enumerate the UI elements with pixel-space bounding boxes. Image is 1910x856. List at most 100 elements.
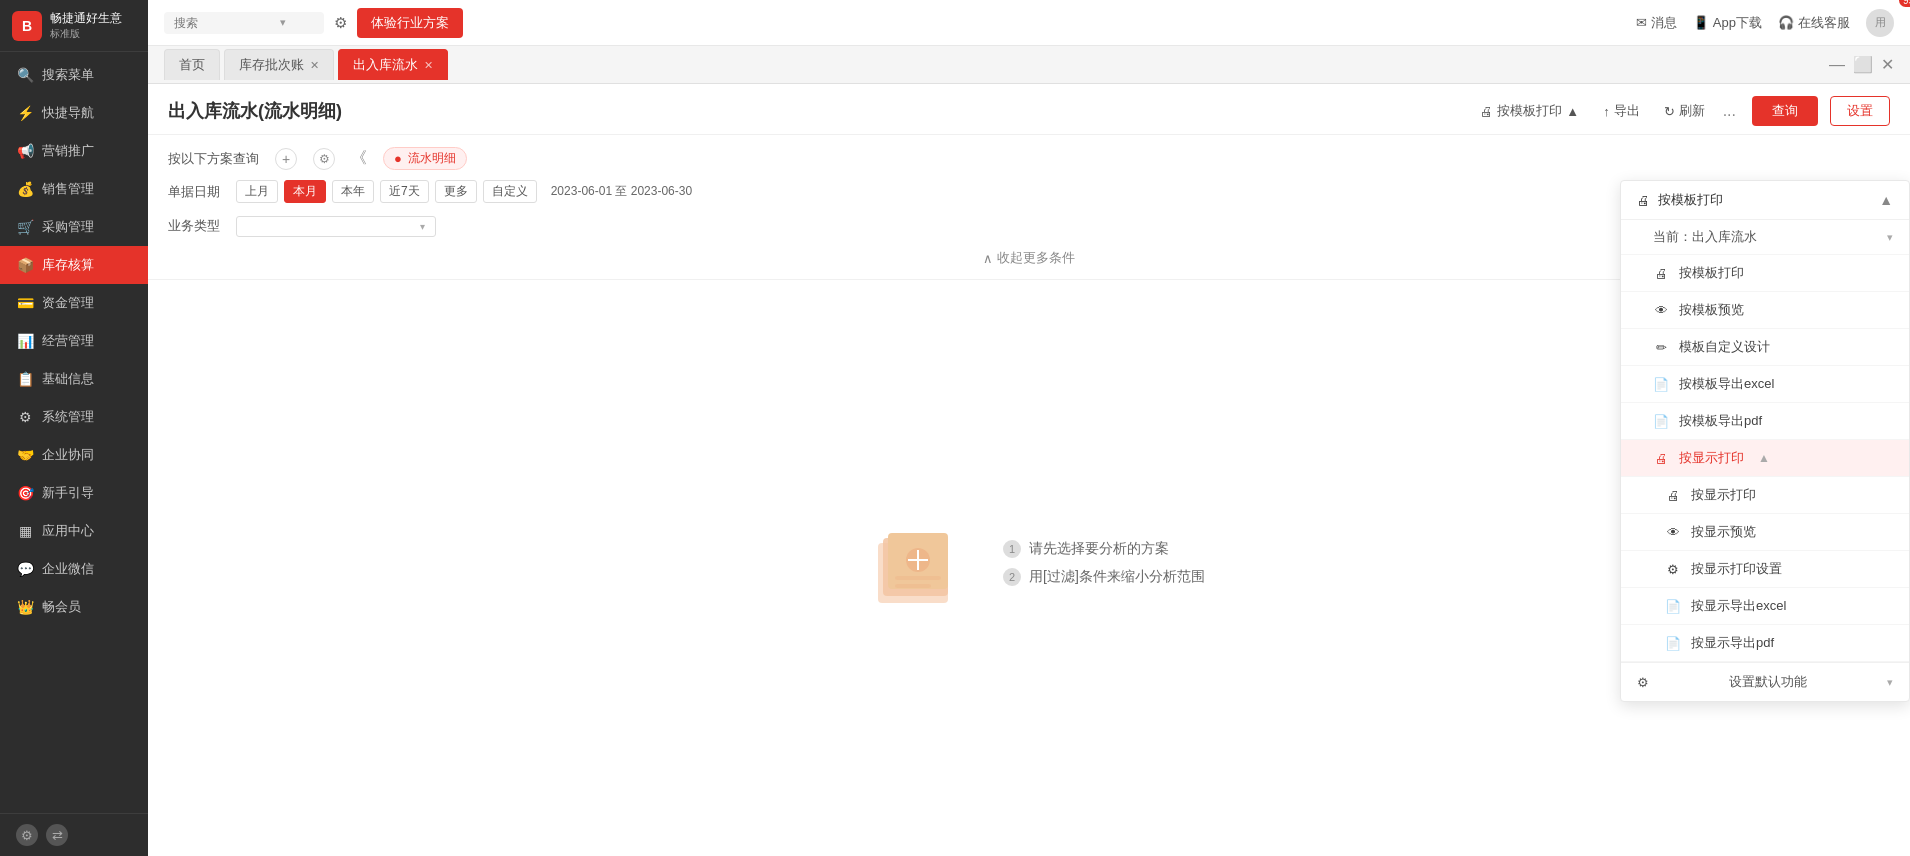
dp-footer[interactable]: ⚙ 设置默认功能 ▾ bbox=[1621, 662, 1909, 701]
page-actions: 🖨 按模板打印 ▲ ↑ 导出 ↻ 刷新 ... 查询 设置 bbox=[1474, 96, 1890, 126]
refresh-btn[interactable]: ↻ 刷新 bbox=[1658, 98, 1711, 124]
dp-item-label: 模板自定义设计 bbox=[1679, 338, 1770, 356]
sidebar-item-corp[interactable]: 🤝 企业协同 bbox=[0, 436, 148, 474]
header-search-box[interactable]: ▾ bbox=[164, 12, 324, 34]
date-btn-this-month[interactable]: 本月 bbox=[284, 180, 326, 203]
collapse-more-label: 收起更多条件 bbox=[997, 249, 1075, 267]
user-avatar[interactable]: 用 bbox=[1866, 9, 1894, 37]
dp-pdf-icon-1: 📄 bbox=[1653, 413, 1669, 429]
tab-flow-close[interactable]: ✕ bbox=[424, 59, 433, 72]
sidebar-item-inventory[interactable]: 📦 库存核算 bbox=[0, 246, 148, 284]
header-gear-icon[interactable]: ⚙ bbox=[334, 14, 347, 32]
search-icon: 🔍 bbox=[16, 66, 34, 84]
sidebar-item-system[interactable]: ⚙ 系统管理 bbox=[0, 398, 148, 436]
dp-item-display-pdf[interactable]: 📄 按显示导出pdf bbox=[1621, 625, 1909, 662]
sidebar-item-marketing[interactable]: 📢 营销推广 bbox=[0, 132, 148, 170]
tab-close-btn[interactable]: ✕ bbox=[1881, 55, 1894, 74]
search-dropdown-icon[interactable]: ▾ bbox=[280, 16, 286, 29]
print-template-btn[interactable]: 🖨 按模板打印 ▲ bbox=[1474, 98, 1585, 124]
dp-item-label: 按显示导出pdf bbox=[1691, 634, 1774, 652]
sidebar-item-search[interactable]: 🔍 搜索菜单 bbox=[0, 56, 148, 94]
dp-expand-icon[interactable]: ▲ bbox=[1754, 451, 1774, 465]
sidebar-item-quicknav[interactable]: ⚡ 快捷导航 bbox=[0, 94, 148, 132]
sidebar: B 畅捷通好生意 标准版 🔍 搜索菜单 ⚡ 快捷导航 📢 营销推广 💰 销售管理… bbox=[0, 0, 148, 856]
dp-item-template-custom[interactable]: ✏ 模板自定义设计 bbox=[1621, 329, 1909, 366]
message-label: 消息 bbox=[1651, 14, 1677, 32]
industry-btn[interactable]: 体验行业方案 bbox=[357, 8, 463, 38]
sidebar-item-purchase[interactable]: 🛒 采购管理 bbox=[0, 208, 148, 246]
business-type-label: 业务类型 bbox=[168, 217, 220, 235]
tab-batch[interactable]: 库存批次账 ✕ bbox=[224, 49, 334, 80]
message-icon: ✉ bbox=[1636, 15, 1647, 30]
export-btn[interactable]: ↑ 导出 bbox=[1597, 98, 1646, 124]
tab-home[interactable]: 首页 bbox=[164, 49, 220, 80]
dp-item-display-print-settings[interactable]: ⚙ 按显示打印设置 bbox=[1621, 551, 1909, 588]
dp-item-template-preview[interactable]: 👁 按模板预览 bbox=[1621, 292, 1909, 329]
business-type-select[interactable]: ▾ bbox=[236, 216, 436, 237]
sidebar-item-wechat[interactable]: 💬 企业微信 bbox=[0, 550, 148, 588]
tab-batch-close[interactable]: ✕ bbox=[310, 59, 319, 72]
sidebar-item-sales[interactable]: 💰 销售管理 bbox=[0, 170, 148, 208]
date-btn-more[interactable]: 更多 bbox=[435, 180, 477, 203]
sidebar-item-finance[interactable]: 💳 资金管理 bbox=[0, 284, 148, 322]
wechat-icon: 💬 bbox=[16, 560, 34, 578]
tab-maximize-btn[interactable]: ⬜ bbox=[1853, 55, 1873, 74]
query-btn[interactable]: 查询 bbox=[1752, 96, 1818, 126]
date-btn-this-year[interactable]: 本年 bbox=[332, 180, 374, 203]
dp-item-template-excel[interactable]: 📄 按模板导出excel bbox=[1621, 366, 1909, 403]
filter-add-btn[interactable]: + bbox=[275, 148, 297, 170]
sidebar-logo: B 畅捷通好生意 标准版 bbox=[0, 0, 148, 52]
app-download-btn[interactable]: 📱 App下载 bbox=[1693, 14, 1762, 32]
tab-flow[interactable]: 出入库流水 ✕ bbox=[338, 49, 448, 80]
dp-current-arrow: ▾ bbox=[1887, 231, 1893, 244]
date-btn-custom[interactable]: 自定义 bbox=[483, 180, 537, 203]
dp-item-display-print-section[interactable]: 🖨 按显示打印 ▲ bbox=[1621, 440, 1909, 477]
dp-title: 按模板打印 bbox=[1658, 191, 1723, 209]
purchase-icon: 🛒 bbox=[16, 218, 34, 236]
sidebar-item-label: 营销推广 bbox=[42, 142, 94, 160]
sidebar-item-label: 企业协同 bbox=[42, 446, 94, 464]
sidebar-item-label: 资金管理 bbox=[42, 294, 94, 312]
sidebar-item-guide[interactable]: 🎯 新手引导 bbox=[0, 474, 148, 512]
dp-excel-icon-1: 📄 bbox=[1653, 376, 1669, 392]
dp-item-display-print[interactable]: 🖨 按显示打印 bbox=[1621, 477, 1909, 514]
sidebar-item-ops[interactable]: 📊 经营管理 bbox=[0, 322, 148, 360]
sidebar-item-base[interactable]: 📋 基础信息 bbox=[0, 360, 148, 398]
dp-printer-icon-2: 🖨 bbox=[1653, 450, 1669, 466]
refresh-icon: ↻ bbox=[1664, 104, 1675, 119]
global-settings-icon[interactable]: ⚙ bbox=[16, 824, 38, 846]
sidebar-item-label: 新手引导 bbox=[42, 484, 94, 502]
header-right: ✉ 消息 99+ 📱 App下载 🎧 在线客服 用 bbox=[1636, 9, 1894, 37]
filter-collapse-btn[interactable]: 《 bbox=[351, 148, 367, 169]
empty-step-1: 1 请先选择要分析的方案 bbox=[1003, 540, 1205, 558]
date-btn-7days[interactable]: 近7天 bbox=[380, 180, 429, 203]
settings-btn[interactable]: 设置 bbox=[1830, 96, 1890, 126]
dp-item-label: 按显示打印 bbox=[1679, 449, 1744, 467]
header-search-input[interactable] bbox=[174, 16, 274, 30]
tab-minimize-btn[interactable]: — bbox=[1829, 55, 1845, 74]
collapse-more-btn[interactable]: ∧ 收起更多条件 bbox=[983, 249, 1075, 267]
sidebar-item-apps[interactable]: ▦ 应用中心 bbox=[0, 512, 148, 550]
svg-rect-7 bbox=[895, 584, 931, 588]
dp-item-template-pdf[interactable]: 📄 按模板导出pdf bbox=[1621, 403, 1909, 440]
company-name: 畅捷通好生意 bbox=[50, 10, 122, 27]
online-service-label: 在线客服 bbox=[1798, 14, 1850, 32]
page-title-bar: 出入库流水(流水明细) 🖨 按模板打印 ▲ ↑ 导出 ↻ 刷新 ... 查询 设… bbox=[148, 84, 1910, 135]
filter-setting-btn[interactable]: ⚙ bbox=[313, 148, 335, 170]
sidebar-collapse-icon[interactable]: ⇄ bbox=[46, 824, 68, 846]
sidebar-item-label: 销售管理 bbox=[42, 180, 94, 198]
dp-item-template-print[interactable]: 🖨 按模板打印 bbox=[1621, 255, 1909, 292]
sidebar-item-label: 采购管理 bbox=[42, 218, 94, 236]
date-btn-last-month[interactable]: 上月 bbox=[236, 180, 278, 203]
dp-item-display-preview[interactable]: 👁 按显示预览 bbox=[1621, 514, 1909, 551]
dp-collapse-icon[interactable]: ▲ bbox=[1879, 192, 1893, 208]
dp-printer-icon-1: 🖨 bbox=[1653, 265, 1669, 281]
online-service-btn[interactable]: 🎧 在线客服 bbox=[1778, 14, 1850, 32]
dp-item-display-excel[interactable]: 📄 按显示导出excel bbox=[1621, 588, 1909, 625]
message-btn[interactable]: ✉ 消息 99+ bbox=[1636, 14, 1677, 32]
filter-active-tag[interactable]: ● 流水明细 bbox=[383, 147, 467, 170]
sidebar-item-vip[interactable]: 👑 畅会员 bbox=[0, 588, 148, 626]
more-actions-btn[interactable]: ... bbox=[1723, 102, 1736, 120]
empty-text: 1 请先选择要分析的方案 2 用[过滤]条件来缩小分析范围 bbox=[1003, 540, 1205, 596]
dp-item-label: 按模板预览 bbox=[1679, 301, 1744, 319]
